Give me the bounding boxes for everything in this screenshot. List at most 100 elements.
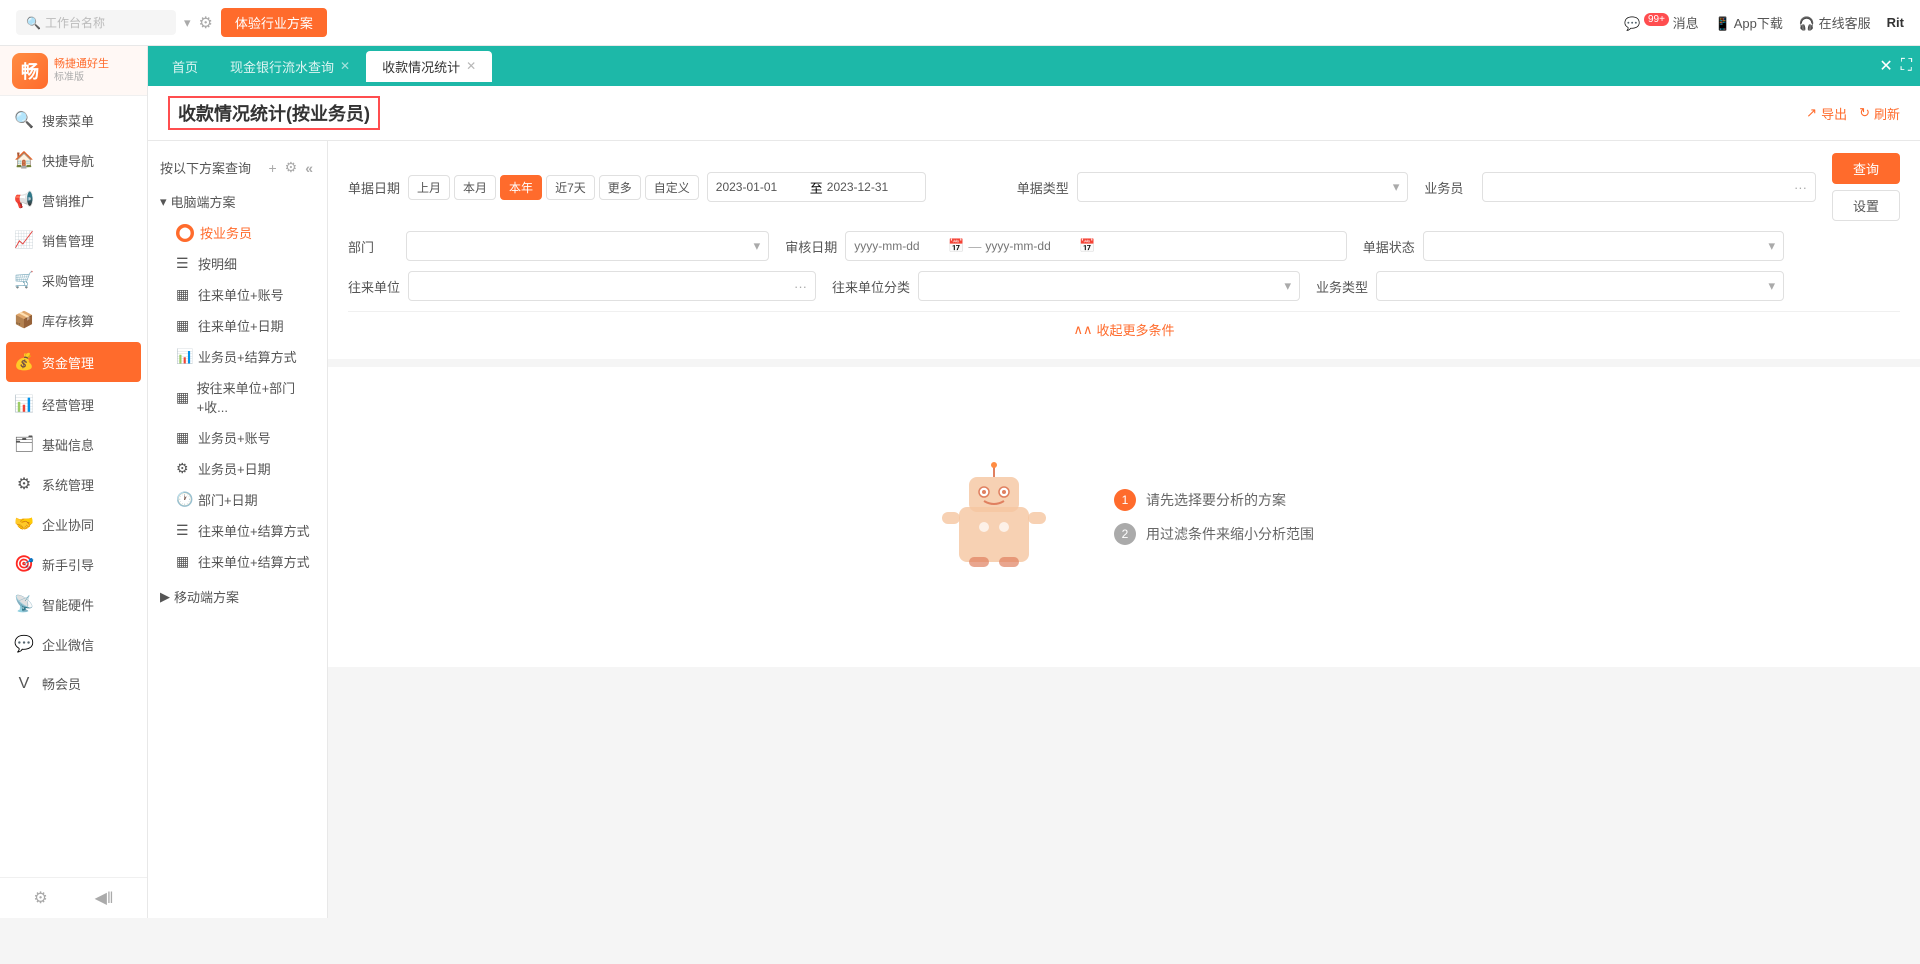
collapse-bar[interactable]: ∧∧ 收起更多条件 bbox=[348, 311, 1900, 347]
hardware-icon: 📡 bbox=[14, 594, 34, 614]
tab-bank-flow-close[interactable]: ✕ bbox=[340, 59, 350, 73]
sidebar-item-cooperation[interactable]: 🤝 企业协同 bbox=[0, 504, 147, 544]
category-select[interactable]: ▾ bbox=[1077, 172, 1409, 202]
date-btn-more[interactable]: 更多 bbox=[599, 175, 641, 200]
refresh-label: 刷新 bbox=[1874, 104, 1900, 123]
audit-to-input[interactable] bbox=[985, 239, 1075, 253]
scheme-item-8[interactable]: 🕐 部门+日期 bbox=[148, 484, 327, 515]
sidebar-item-finance[interactable]: 💰 资金管理 bbox=[6, 342, 141, 382]
sidebar-item-purchase[interactable]: 🛒 采购管理 bbox=[0, 260, 147, 300]
logo-area: 畅 畅捷通好生 标准版 bbox=[0, 46, 147, 96]
collapse-up-icon: ∧∧ bbox=[1073, 322, 1092, 338]
scheme-item-2[interactable]: ▦ 往来单位+账号 bbox=[148, 279, 327, 310]
partner-more-icon[interactable]: ··· bbox=[794, 279, 807, 294]
partner-select[interactable]: ··· bbox=[408, 271, 816, 301]
empty-step-1: 1 请先选择要分析的方案 bbox=[1114, 489, 1314, 511]
scheme-item-active-badge: ⬤ bbox=[176, 224, 194, 242]
sidebar-item-sales[interactable]: 📈 销售管理 bbox=[0, 220, 147, 260]
query-area: 单据日期 上月 本月 本年 近7天 更多 自定义 至 bbox=[328, 141, 1920, 918]
biz-type-select[interactable]: ▾ bbox=[1376, 271, 1784, 301]
tab-receipt-stats-close[interactable]: ✕ bbox=[466, 59, 476, 73]
sidebar-item-system[interactable]: ⚙ 系统管理 bbox=[0, 464, 147, 504]
dropdown-arrow[interactable]: ▾ bbox=[184, 15, 191, 31]
add-scheme-icon[interactable]: + bbox=[266, 158, 278, 178]
date-btn-thismonth[interactable]: 本月 bbox=[454, 175, 496, 200]
scheme-group-desktop-header[interactable]: ▾ 电脑端方案 bbox=[148, 186, 327, 217]
tab-fullscreen-icon[interactable]: ⛶ bbox=[1901, 57, 1912, 75]
sidebar-item-quicknav[interactable]: 🏠 快捷导航 bbox=[0, 140, 147, 180]
audit-date-dash: — bbox=[968, 239, 981, 254]
date-btn-thisyear[interactable]: 本年 bbox=[500, 175, 542, 200]
sidebar-item-operation[interactable]: 📊 经营管理 bbox=[0, 384, 147, 424]
query-button[interactable]: 查询 bbox=[1832, 153, 1900, 184]
collapse-sidebar-icon[interactable]: ◀‖ bbox=[95, 888, 114, 908]
sidebar-item-wechat[interactable]: 💬 企业微信 bbox=[0, 624, 147, 664]
setting-button[interactable]: 设置 bbox=[1832, 190, 1900, 221]
settings-bottom-icon[interactable]: ⚙ bbox=[33, 888, 47, 908]
refresh-button[interactable]: ↻ 刷新 bbox=[1859, 104, 1900, 123]
date-btn-custom[interactable]: 自定义 bbox=[645, 175, 699, 200]
content-area: 按以下方案查询 + ⚙ « ▾ 电脑端方案 ⬤ 按业务员 ☰ bbox=[148, 141, 1920, 918]
online-service-item[interactable]: 🎧 在线客服 bbox=[1799, 13, 1871, 32]
date-btn-lastmonth[interactable]: 上月 bbox=[408, 175, 450, 200]
user-avatar[interactable]: Rit bbox=[1887, 15, 1904, 30]
app-download-item[interactable]: 📱 App下载 bbox=[1715, 13, 1783, 32]
calendar-from-icon[interactable]: 📅 bbox=[948, 238, 964, 254]
sidebar-item-member[interactable]: V 畅会员 bbox=[0, 664, 147, 703]
wechat-icon: 💬 bbox=[14, 634, 34, 654]
sidebar-item-marketing[interactable]: 📢 营销推广 bbox=[0, 180, 147, 220]
calendar-to-icon[interactable]: 📅 bbox=[1079, 238, 1095, 254]
tab-close-window-icon[interactable]: ✕ bbox=[1879, 56, 1892, 76]
date-btn-7days[interactable]: 近7天 bbox=[546, 175, 595, 200]
scheme-item-label-10: 往来单位+结算方式 bbox=[198, 552, 310, 571]
scheme-item-6[interactable]: ▦ 业务员+账号 bbox=[148, 422, 327, 453]
sidebar-item-search[interactable]: 🔍 搜索菜单 bbox=[0, 100, 147, 140]
salesman-select[interactable]: ··· bbox=[1482, 172, 1816, 202]
app-download-label: App下载 bbox=[1734, 16, 1783, 31]
settings-icon[interactable]: ⚙ bbox=[199, 13, 213, 33]
sidebar-item-sales-label: 销售管理 bbox=[42, 231, 94, 250]
tab-home[interactable]: 首页 bbox=[156, 51, 214, 82]
page-header: 收款情况统计(按业务员) ↗ 导出 ↻ 刷新 bbox=[148, 86, 1920, 141]
date-field: 单据日期 上月 本月 本年 近7天 更多 自定义 至 bbox=[348, 172, 1001, 202]
sidebar-item-guide-label: 新手引导 bbox=[42, 555, 94, 574]
sidebar-item-hardware[interactable]: 📡 智能硬件 bbox=[0, 584, 147, 624]
doc-status-select[interactable]: ▾ bbox=[1423, 231, 1784, 261]
query-row-2: 部门 ▾ 审核日期 📅 — 📅 bbox=[348, 231, 1900, 261]
search-placeholder: 工作台名称 bbox=[45, 14, 105, 31]
date-from-input[interactable] bbox=[716, 180, 806, 194]
logo-icon: 畅 bbox=[12, 53, 48, 89]
trial-button[interactable]: 体验行业方案 bbox=[221, 8, 327, 37]
scheme-item-9[interactable]: ☰ 往来单位+结算方式 bbox=[148, 515, 327, 546]
sidebar-item-guide[interactable]: 🎯 新手引导 bbox=[0, 544, 147, 584]
scheme-item-5[interactable]: ▦ 按往来单位+部门+收... bbox=[148, 372, 327, 422]
scheme-collapse-icon[interactable]: « bbox=[303, 158, 315, 178]
export-button[interactable]: ↗ 导出 bbox=[1806, 104, 1847, 123]
scheme-item-10[interactable]: ▦ 往来单位+结算方式 bbox=[148, 546, 327, 577]
tab-receipt-stats[interactable]: 收款情况统计 ✕ bbox=[366, 51, 492, 82]
scheme-item-icon-1: ☰ bbox=[176, 255, 192, 272]
sidebar-item-baseinfo[interactable]: 🗂 基础信息 bbox=[0, 424, 147, 464]
sidebar: 畅 畅捷通好生 标准版 🔍 搜索菜单 🏠 快捷导航 📢 营销推广 📈 销售管理 … bbox=[0, 46, 148, 918]
scheme-item-3[interactable]: ▦ 往来单位+日期 bbox=[148, 310, 327, 341]
tab-bank-flow[interactable]: 现金银行流水查询 ✕ bbox=[214, 51, 366, 82]
search-bar[interactable]: 🔍 工作台名称 bbox=[16, 10, 176, 35]
export-label: 导出 bbox=[1821, 104, 1847, 123]
audit-from-input[interactable] bbox=[854, 239, 944, 253]
sidebar-item-inventory[interactable]: 📦 库存核算 bbox=[0, 300, 147, 340]
scheme-setting-icon[interactable]: ⚙ bbox=[283, 157, 300, 178]
scheme-item-0[interactable]: ⬤ 按业务员 bbox=[148, 217, 327, 248]
scheme-item-4[interactable]: 📊 业务员+结算方式 bbox=[148, 341, 327, 372]
date-to-input[interactable] bbox=[827, 180, 917, 194]
sidebar-item-baseinfo-label: 基础信息 bbox=[42, 435, 94, 454]
message-item[interactable]: 💬 99+ 消息 bbox=[1624, 13, 1698, 32]
scheme-group-mobile-header[interactable]: ▶ 移动端方案 bbox=[148, 581, 327, 612]
scheme-item-label-0: 按业务员 bbox=[200, 223, 252, 242]
scheme-item-icon-10: ▦ bbox=[176, 553, 192, 570]
dept-select[interactable]: ▾ bbox=[406, 231, 769, 261]
salesman-dropdown-icon: ··· bbox=[1794, 180, 1807, 195]
scheme-item-1[interactable]: ☰ 按明细 bbox=[148, 248, 327, 279]
scheme-item-7[interactable]: ⚙ 业务员+日期 bbox=[148, 453, 327, 484]
sidebar-item-purchase-label: 采购管理 bbox=[42, 271, 94, 290]
partner-category-select[interactable]: ▾ bbox=[918, 271, 1300, 301]
